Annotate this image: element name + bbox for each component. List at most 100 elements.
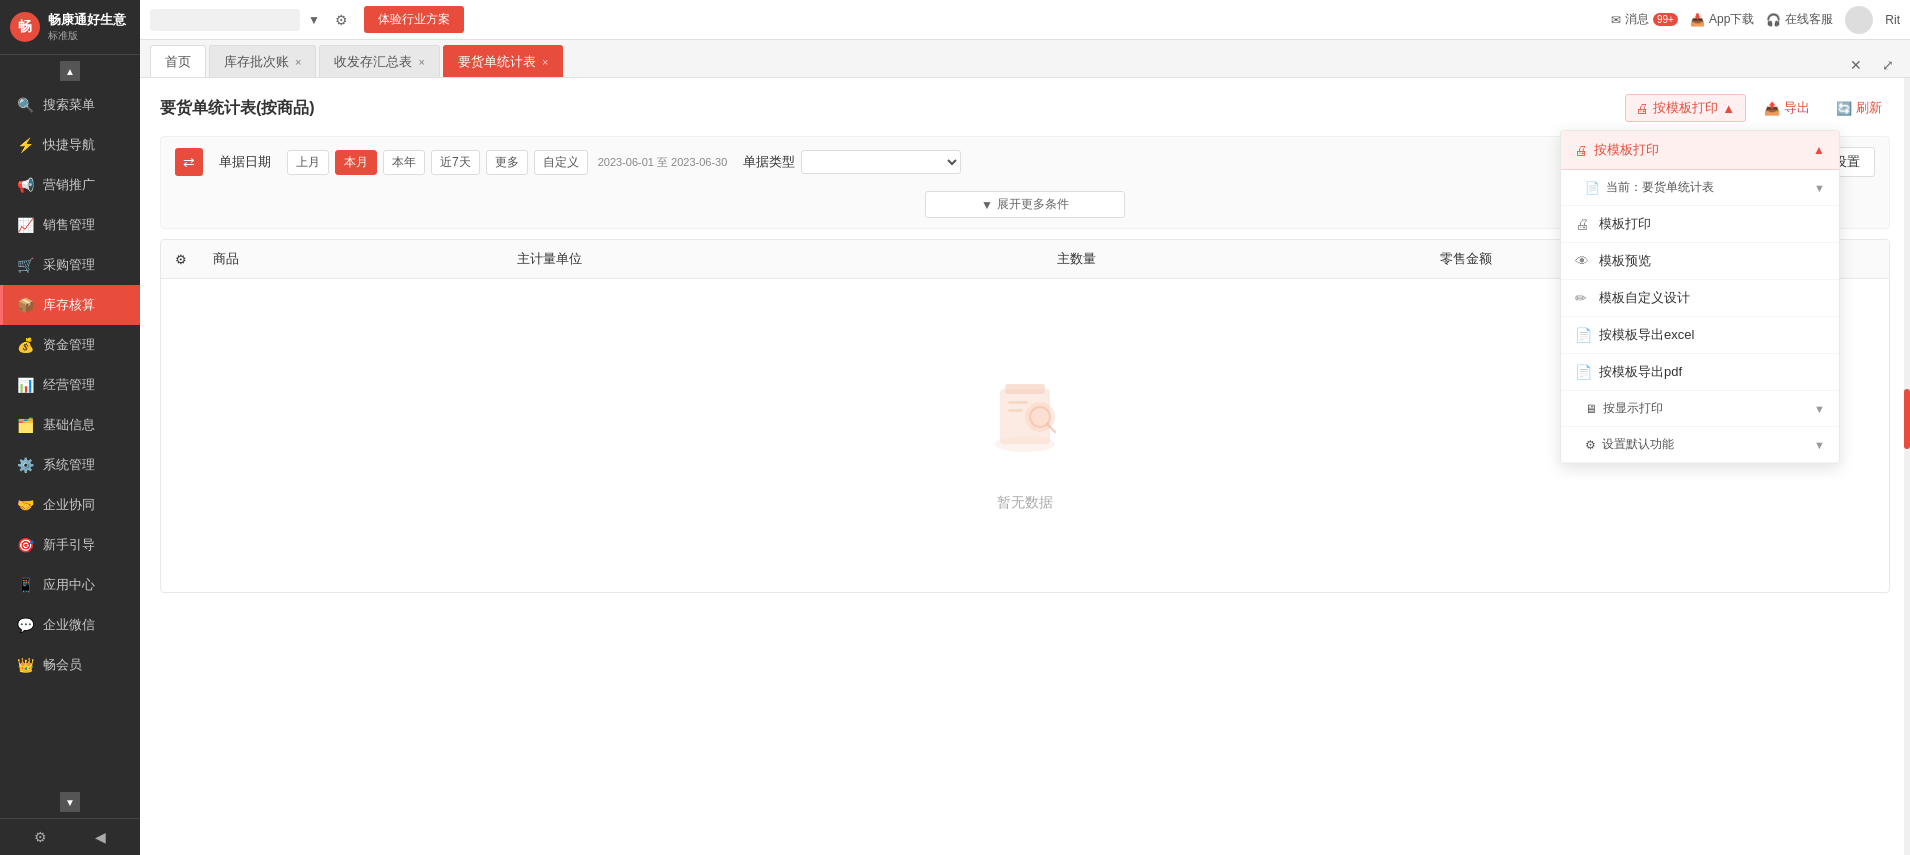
date-btn-current-year[interactable]: 本年 — [383, 150, 425, 175]
refresh-btn[interactable]: 🔄 刷新 — [1828, 95, 1890, 121]
message-btn[interactable]: ✉ 消息 99+ — [1611, 11, 1678, 28]
sidebar-scroll-up[interactable]: ▲ — [60, 61, 80, 81]
marketing-icon: 📢 — [15, 175, 35, 195]
scroll-track — [1904, 78, 1910, 855]
sales-icon: 📈 — [15, 215, 35, 235]
print-chevron: ▲ — [1722, 101, 1735, 116]
date-btn-7days[interactable]: 近7天 — [431, 150, 480, 175]
system-icon: ⚙️ — [15, 455, 35, 475]
dropdown-item-export-pdf[interactable]: 📄 按模板导出pdf — [1561, 354, 1839, 391]
tab-close-inventory-batch[interactable]: × — [295, 56, 301, 68]
sidebar-item-finance[interactable]: 💰 资金管理 — [0, 325, 140, 365]
svg-rect-6 — [1008, 401, 1028, 404]
tabbar: 首页 库存批次账 × 收发存汇总表 × 要货单统计表 × ✕ ⤢ — [140, 40, 1910, 78]
date-btn-prev-month[interactable]: 上月 — [287, 150, 329, 175]
expand-btn[interactable]: ⤢ — [1876, 53, 1900, 77]
print-btn[interactable]: 🖨 按模板打印 ▲ — [1625, 94, 1746, 122]
message-icon: ✉ — [1611, 13, 1621, 27]
avatar[interactable] — [1845, 6, 1873, 34]
order-type-select[interactable] — [801, 150, 961, 174]
svg-rect-2 — [1005, 384, 1045, 394]
sidebar-item-search[interactable]: 🔍 搜索菜单 — [0, 85, 140, 125]
empty-text: 暂无数据 — [997, 494, 1053, 512]
service-icon: 🎧 — [1766, 13, 1781, 27]
sidebar-item-base[interactable]: 🗂️ 基础信息 — [0, 405, 140, 445]
dropdown-close-btn[interactable]: ▲ — [1813, 143, 1825, 157]
dropdown-header-left: 🖨 按模板打印 — [1575, 141, 1659, 159]
search-icon: 🔍 — [15, 95, 35, 115]
sidebar-item-inventory[interactable]: 📦 库存核算 — [0, 285, 140, 325]
settings-bottom-btn[interactable]: ⚙ — [34, 829, 47, 845]
username: Rit — [1885, 13, 1900, 27]
dropdown-item-template-print[interactable]: 🖨 模板打印 — [1561, 206, 1839, 243]
date-btn-current-month[interactable]: 本月 — [335, 150, 377, 175]
table-col-settings[interactable]: ⚙ — [161, 240, 201, 279]
dropdown-header-right: ▲ — [1813, 143, 1825, 157]
search-input[interactable] — [150, 9, 300, 31]
sidebar-item-appstore[interactable]: 📱 应用中心 — [0, 565, 140, 605]
sidebar-scroll-down[interactable]: ▼ — [60, 792, 80, 812]
close-all-btn[interactable]: ✕ — [1844, 53, 1868, 77]
template-preview-icon: 👁 — [1575, 253, 1591, 269]
app-download-btn[interactable]: 📥 App下载 — [1690, 11, 1754, 28]
page-title-bar: 要货单统计表(按商品) 🖨 按模板打印 ▲ 📤 导出 🔄 刷新 — [160, 94, 1890, 122]
date-range: 2023-06-01 至 2023-06-30 — [598, 155, 728, 170]
display-print-label: 🖥 按显示打印 — [1585, 400, 1663, 417]
scroll-thumb[interactable] — [1904, 389, 1910, 449]
table-col-unit: 主计量单位 — [505, 240, 1045, 279]
date-btn-more[interactable]: 更多 — [486, 150, 528, 175]
collapse-btn[interactable]: ◀ — [95, 829, 106, 845]
experience-btn[interactable]: 体验行业方案 — [364, 6, 464, 33]
print-icon: 🖨 — [1636, 101, 1649, 116]
tab-close-order-stats[interactable]: × — [542, 56, 548, 68]
tab-home[interactable]: 首页 — [150, 45, 206, 77]
sidebar-item-vip[interactable]: 👑 畅会员 — [0, 645, 140, 685]
sidebar-item-collab[interactable]: 🤝 企业协同 — [0, 485, 140, 525]
display-print-icon: 🖥 — [1585, 402, 1597, 416]
dropdown-current-item[interactable]: 📄 当前：要货单统计表 ▼ — [1561, 170, 1839, 206]
empty-icon — [975, 359, 1075, 478]
filter-expand-icon[interactable]: ⇄ — [175, 148, 203, 176]
tab-receipt-summary[interactable]: 收发存汇总表 × — [319, 45, 439, 77]
refresh-icon: 🔄 — [1836, 101, 1852, 116]
date-btn-custom[interactable]: 自定义 — [534, 150, 588, 175]
sidebar-item-purchase[interactable]: 🛒 采购管理 — [0, 245, 140, 285]
export-pdf-icon: 📄 — [1575, 364, 1591, 380]
print-dropdown: 🖨 按模板打印 ▲ 📄 当前：要货单统计表 — [1560, 130, 1840, 464]
dropdown-header: 🖨 按模板打印 ▲ — [1561, 131, 1839, 170]
export-btn[interactable]: 📤 导出 — [1756, 95, 1818, 121]
app-logo: 畅 畅康通好生意 标准版 — [0, 0, 140, 55]
tab-close-receipt-summary[interactable]: × — [418, 56, 424, 68]
gear-icon[interactable]: ⚙ — [328, 6, 356, 34]
sidebar-item-shortcut[interactable]: ⚡ 快捷导航 — [0, 125, 140, 165]
dropdown-item-export-excel[interactable]: 📄 按模板导出excel — [1561, 317, 1839, 354]
customer-service-btn[interactable]: 🎧 在线客服 — [1766, 11, 1833, 28]
header-print-icon: 🖨 — [1575, 143, 1588, 158]
table-col-product: 商品 — [201, 240, 505, 279]
tab-order-stats[interactable]: 要货单统计表 × — [443, 45, 563, 77]
appstore-icon: 📱 — [15, 575, 35, 595]
dropdown-item-template-preview[interactable]: 👁 模板预览 — [1561, 243, 1839, 280]
page-title: 要货单统计表(按商品) — [160, 98, 315, 119]
sidebar-item-guide[interactable]: 🎯 新手引导 — [0, 525, 140, 565]
sidebar-nav: 🔍 搜索菜单 ⚡ 快捷导航 📢 营销推广 📈 销售管理 🛒 采购管理 📦 库存核… — [0, 85, 140, 788]
guide-icon: 🎯 — [15, 535, 35, 555]
svg-rect-7 — [1008, 409, 1023, 412]
expand-more-btn[interactable]: ▼ 展开更多条件 — [925, 191, 1125, 218]
sidebar-item-marketing[interactable]: 📢 营销推广 — [0, 165, 140, 205]
set-default-icon: ⚙ — [1585, 438, 1596, 452]
sidebar-item-sales[interactable]: 📈 销售管理 — [0, 205, 140, 245]
dropdown-btn[interactable]: ▼ — [308, 13, 320, 27]
dropdown-item-template-design[interactable]: ✏ 模板自定义设计 — [1561, 280, 1839, 317]
dropdown-item-set-default[interactable]: ⚙ 设置默认功能 ▼ — [1561, 427, 1839, 463]
order-type-label: 单据类型 — [743, 153, 795, 171]
tab-inventory-batch[interactable]: 库存批次账 × — [209, 45, 316, 77]
dropdown-item-display-print[interactable]: 🖥 按显示打印 ▼ — [1561, 391, 1839, 427]
sidebar-item-system[interactable]: ⚙️ 系统管理 — [0, 445, 140, 485]
current-arrow: ▼ — [1814, 182, 1825, 194]
collab-icon: 🤝 — [15, 495, 35, 515]
sidebar-item-operations[interactable]: 📊 经营管理 — [0, 365, 140, 405]
sidebar-item-wechat[interactable]: 💬 企业微信 — [0, 605, 140, 645]
purchase-icon: 🛒 — [15, 255, 35, 275]
page-content: 要货单统计表(按商品) 🖨 按模板打印 ▲ 📤 导出 🔄 刷新 — [140, 78, 1910, 855]
